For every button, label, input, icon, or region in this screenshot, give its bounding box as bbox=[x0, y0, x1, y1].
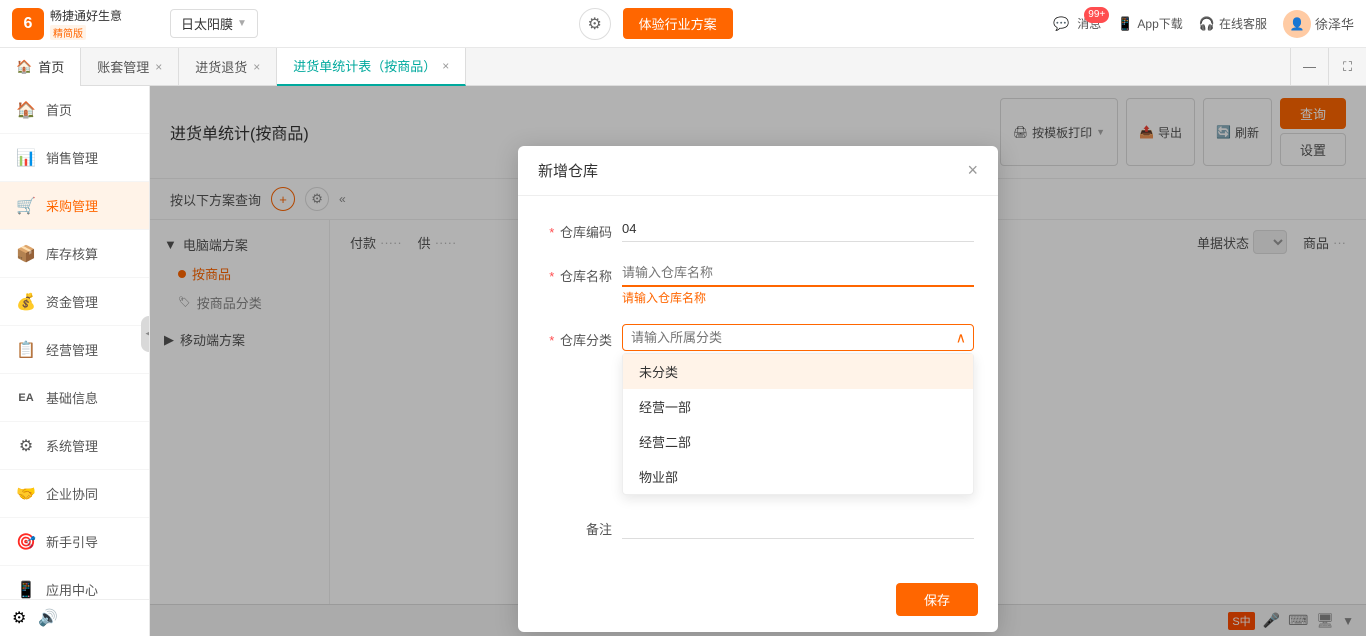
tab-purchase-stats[interactable]: 进货单统计表（按商品） × bbox=[277, 48, 466, 86]
sound-icon[interactable]: 🔊 bbox=[38, 608, 58, 628]
app-download-btn[interactable]: 📱 App下载 bbox=[1117, 15, 1183, 32]
sidebar-item-finance[interactable]: 💰 资金管理 bbox=[0, 278, 149, 326]
top-header: 6 畅捷通好生意 精简版 日太阳膜 ▼ ⚙ 体验行业方案 💬 99+ 消息 📱 … bbox=[0, 0, 1366, 48]
category-input-wrap: ∧ bbox=[622, 324, 974, 351]
sidebar-item-inventory[interactable]: 📦 库存核算 bbox=[0, 230, 149, 278]
dropdown-item-uncategorized[interactable]: 未分类 bbox=[623, 354, 973, 389]
content-area: 进货单统计(按商品) 🖨 按模板打印 ▼ 📤 导出 🔄 刷新 查询 设置 bbox=[150, 86, 1366, 636]
handshake-icon: 🤝 bbox=[16, 484, 36, 504]
sidebar-item-home[interactable]: 🏠 首页 bbox=[0, 86, 149, 134]
sidebar-footer: ⚙ 🔊 bbox=[0, 599, 149, 636]
store-selector[interactable]: 日太阳膜 ▼ bbox=[170, 9, 258, 38]
sidebar-item-sales[interactable]: 📊 销售管理 bbox=[0, 134, 149, 182]
code-label: * 仓库编码 bbox=[542, 216, 622, 241]
category-label: * 仓库分类 bbox=[542, 324, 622, 349]
settings-bottom-icon[interactable]: ⚙ bbox=[12, 608, 26, 628]
save-btn[interactable]: 保存 bbox=[896, 583, 978, 616]
notification-btn[interactable]: 💬 99+ 消息 bbox=[1053, 15, 1101, 32]
header-right: 💬 99+ 消息 📱 App下载 🎧 在线客服 👤 徐泽华 bbox=[1053, 10, 1354, 38]
category-dropdown: 未分类 经营一部 经营二部 物业部 bbox=[622, 353, 974, 495]
logo-text: 畅捷通好生意 精简版 bbox=[50, 7, 122, 40]
experience-btn[interactable]: 体验行业方案 bbox=[623, 8, 733, 39]
notes-input[interactable] bbox=[622, 513, 974, 539]
logo-area: 6 畅捷通好生意 精简版 bbox=[12, 7, 162, 40]
money-icon: 💰 bbox=[16, 292, 36, 312]
name-field: 请输入仓库名称 bbox=[622, 260, 974, 306]
avatar: 👤 bbox=[1283, 10, 1311, 38]
name-input[interactable] bbox=[622, 260, 974, 287]
tab-close-accounts[interactable]: × bbox=[155, 60, 162, 74]
code-input[interactable] bbox=[622, 216, 974, 242]
clipboard-icon: 📋 bbox=[16, 340, 36, 360]
tab-close-purchase-stats[interactable]: × bbox=[442, 59, 449, 73]
modal-overlay: 新增仓库 × * 仓库编码 bbox=[150, 86, 1366, 636]
online-service-btn[interactable]: 🎧 在线客服 bbox=[1199, 15, 1267, 32]
name-field-row: * 仓库名称 请输入仓库名称 bbox=[542, 260, 974, 306]
sidebar-item-system[interactable]: ⚙ 系统管理 bbox=[0, 422, 149, 470]
modal-close-btn[interactable]: × bbox=[967, 160, 978, 181]
sidebar-item-purchase[interactable]: 🛒 采购管理 bbox=[0, 182, 149, 230]
tab-bar: 🏠 首页 账套管理 × 进货退货 × 进货单统计表（按商品） × — ⛶ bbox=[0, 48, 1366, 86]
main-layout: 🏠 首页 📊 销售管理 🛒 采购管理 📦 库存核算 💰 资金管理 📋 经营管理 … bbox=[0, 86, 1366, 636]
mobile-icon: 📱 bbox=[16, 580, 36, 600]
notes-field-row: 备注 bbox=[542, 513, 974, 539]
phone-icon: 📱 bbox=[1117, 16, 1133, 32]
new-warehouse-modal: 新增仓库 × * 仓库编码 bbox=[518, 146, 998, 632]
user-menu[interactable]: 👤 徐泽华 bbox=[1283, 10, 1354, 38]
notes-label: 备注 bbox=[542, 513, 622, 538]
category-input[interactable] bbox=[622, 324, 974, 351]
name-label: * 仓库名称 bbox=[542, 260, 622, 285]
tab-return[interactable]: 进货退货 × bbox=[179, 48, 277, 86]
notes-field bbox=[622, 513, 974, 539]
cart-icon: 🛒 bbox=[16, 196, 36, 216]
tab-accounts[interactable]: 账套管理 × bbox=[81, 48, 179, 86]
modal-title: 新增仓库 bbox=[538, 160, 598, 181]
sidebar-item-enterprise[interactable]: 🤝 企业协同 bbox=[0, 470, 149, 518]
header-center: ⚙ 体验行业方案 bbox=[258, 8, 1053, 40]
bell-icon: 💬 bbox=[1053, 16, 1069, 31]
tab-controls: — ⛶ bbox=[1290, 48, 1366, 86]
target-icon: 🎯 bbox=[16, 532, 36, 552]
chart-icon: 📊 bbox=[16, 148, 36, 168]
code-field bbox=[622, 216, 974, 242]
modal-footer: 保存 bbox=[518, 573, 998, 632]
tab-home[interactable]: 🏠 首页 bbox=[0, 48, 81, 86]
modal-body: * 仓库编码 * 仓库名称 bbox=[518, 196, 998, 573]
modal-header: 新增仓库 × bbox=[518, 146, 998, 196]
chevron-up-icon: ∧ bbox=[956, 329, 966, 346]
tab-maximize-btn[interactable]: ⛶ bbox=[1328, 48, 1366, 86]
box-icon: 📦 bbox=[16, 244, 36, 264]
category-field: ∧ 未分类 经营一部 经营二部 物业部 bbox=[622, 324, 974, 495]
dropdown-item-ops1[interactable]: 经营一部 bbox=[623, 389, 973, 424]
chevron-down-icon: ▼ bbox=[237, 18, 247, 29]
name-error-msg: 请输入仓库名称 bbox=[622, 289, 974, 306]
tab-close-return[interactable]: × bbox=[253, 60, 260, 74]
dropdown-item-ops2[interactable]: 经营二部 bbox=[623, 424, 973, 459]
gear-icon: ⚙ bbox=[587, 14, 601, 34]
home-icon: 🏠 bbox=[16, 59, 32, 75]
dropdown-item-property[interactable]: 物业部 bbox=[623, 459, 973, 494]
sidebar-item-operations[interactable]: 📋 经营管理 bbox=[0, 326, 149, 374]
sidebar-collapse-btn[interactable]: ◀ bbox=[141, 316, 150, 352]
tab-minimize-btn[interactable]: — bbox=[1290, 48, 1328, 86]
app-logo-icon: 6 bbox=[12, 8, 44, 40]
settings-icon-btn[interactable]: ⚙ bbox=[579, 8, 611, 40]
home-icon: 🏠 bbox=[16, 100, 36, 120]
code-field-row: * 仓库编码 bbox=[542, 216, 974, 242]
sidebar-item-guide[interactable]: 🎯 新手引导 bbox=[0, 518, 149, 566]
ea-icon: EA bbox=[16, 392, 36, 404]
category-field-row: * 仓库分类 ∧ 未分类 经营一部 经 bbox=[542, 324, 974, 495]
headset-icon: 🎧 bbox=[1199, 16, 1215, 32]
sidebar-item-basic-info[interactable]: EA 基础信息 bbox=[0, 374, 149, 422]
settings-icon: ⚙ bbox=[16, 436, 36, 456]
sidebar: 🏠 首页 📊 销售管理 🛒 采购管理 📦 库存核算 💰 资金管理 📋 经营管理 … bbox=[0, 86, 150, 636]
